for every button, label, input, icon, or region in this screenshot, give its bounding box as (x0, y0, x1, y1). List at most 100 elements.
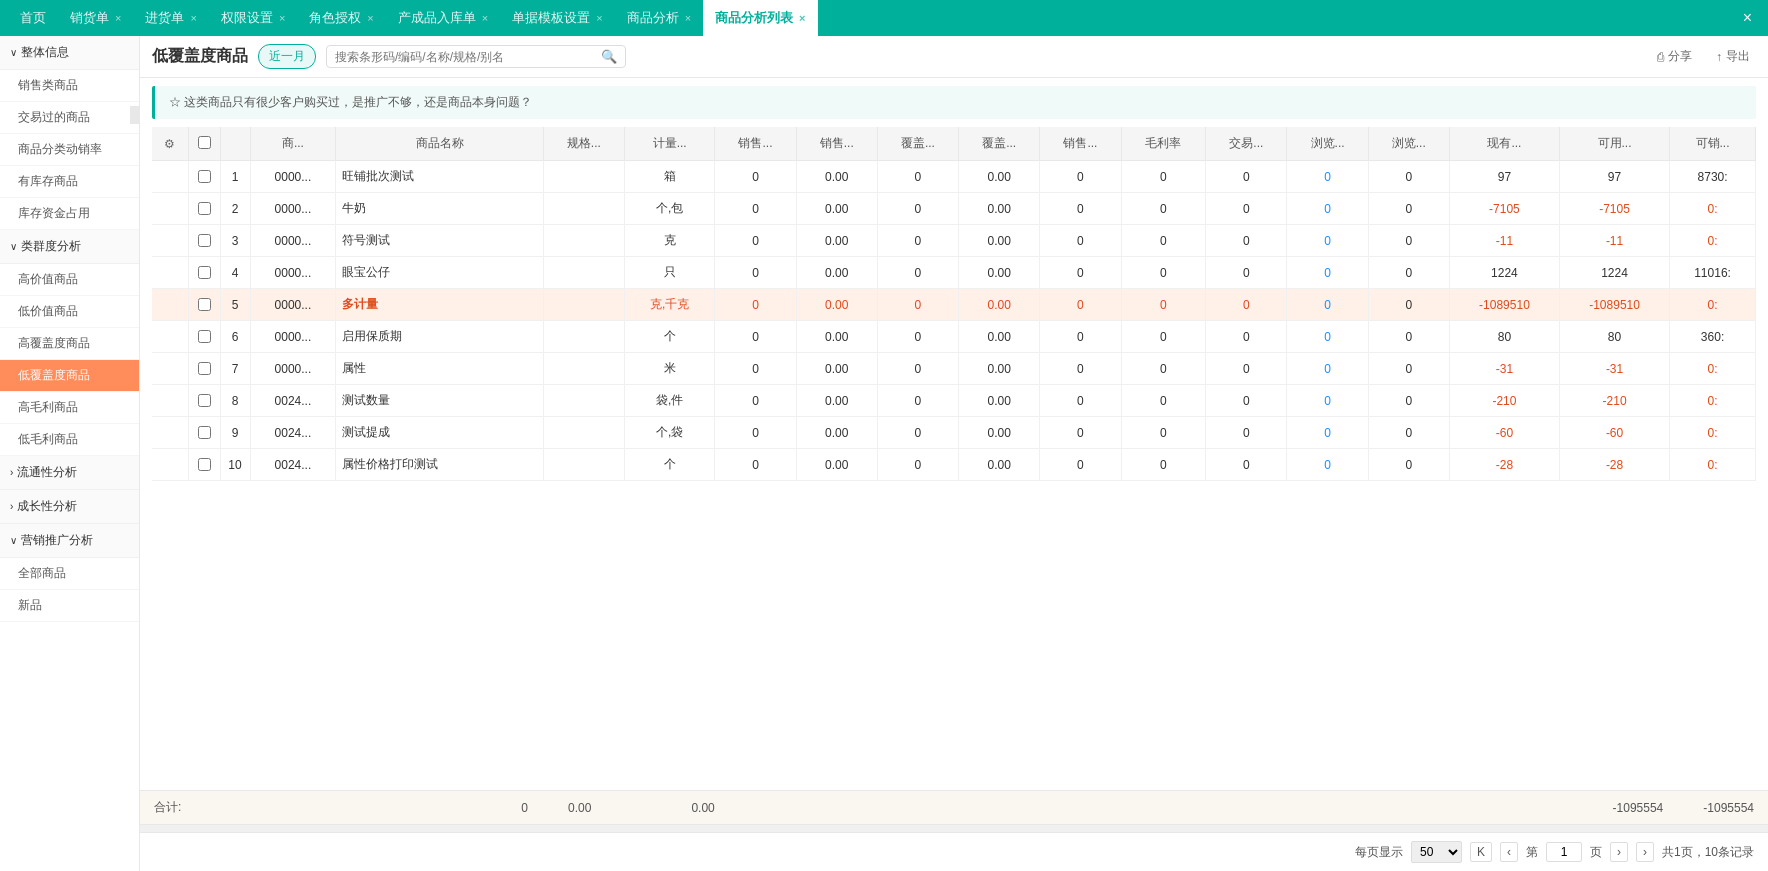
nav-tab-sales[interactable]: 销货单 × (58, 0, 133, 36)
row-unit: 克 (624, 225, 714, 257)
row-spec (543, 193, 624, 225)
nav-tab-goods-analysis[interactable]: 商品分析 × (615, 0, 703, 36)
table-container[interactable]: ⚙ 商... 商品名称 规格... 计量... 销售... 销售... 覆盖..… (140, 127, 1768, 790)
sidebar-section-marketing[interactable]: ∨ 营销推广分析 (0, 524, 139, 558)
no-column-header (220, 127, 250, 161)
row-settings (152, 289, 188, 321)
export-button[interactable]: ↑ 导出 (1710, 45, 1756, 68)
pagination-bar: 每页显示 50 100 200 K ‹ 第 页 › › 共1页，10条记录 (140, 832, 1768, 871)
available-column-header: 可用... (1560, 127, 1670, 161)
row-checkbox[interactable] (188, 193, 220, 225)
search-input[interactable] (335, 50, 597, 64)
nav-tab-role[interactable]: 角色授权 × (297, 0, 385, 36)
row-sellable: 360: (1670, 321, 1756, 353)
row-checkbox[interactable] (188, 321, 220, 353)
row-gross-rate: 0 (1121, 161, 1206, 193)
horizontal-scrollbar[interactable] (140, 824, 1768, 832)
content-header: 低覆盖度商品 近一月 🔍 ⎙ 分享 ↑ 导出 (140, 36, 1768, 78)
row-browse1[interactable]: 0 (1287, 257, 1368, 289)
sidebar-section-liquidity[interactable]: › 流通性分析 (0, 456, 139, 490)
column-settings-icon[interactable]: ⚙ (164, 137, 175, 151)
sidebar-item-in-stock[interactable]: 有库存商品 (0, 166, 139, 198)
sidebar-item-low-coverage[interactable]: 低覆盖度商品 (0, 360, 139, 392)
total-records-label: 共1页，10条记录 (1662, 844, 1754, 861)
nav-tab-goods-analysis-list[interactable]: 商品分析列表 × (703, 0, 817, 36)
row-checkbox[interactable] (188, 449, 220, 481)
nav-tab-product-entry[interactable]: 产成品入库单 × (386, 0, 500, 36)
row-browse1[interactable]: 0 (1287, 289, 1368, 321)
sidebar-item-category-rate[interactable]: 商品分类动销率 (0, 134, 139, 166)
close-tab-goods-analysis-list[interactable]: × (799, 12, 805, 24)
row-sales3: 0 (1040, 161, 1121, 193)
row-checkbox[interactable] (188, 417, 220, 449)
sidebar-item-capital[interactable]: 库存资金占用 (0, 198, 139, 230)
row-settings (152, 161, 188, 193)
row-sales3: 0 (1040, 289, 1121, 321)
row-checkbox[interactable] (188, 385, 220, 417)
table-body: 1 0000... 旺铺批次测试 箱 0 0.00 0 0.00 0 0 0 0… (152, 161, 1756, 481)
content-area: 低覆盖度商品 近一月 🔍 ⎙ 分享 ↑ 导出 ☆ 这类商品只有很少客户购买过，是… (140, 36, 1768, 871)
row-sellable: 0: (1670, 385, 1756, 417)
row-browse1[interactable]: 0 (1287, 385, 1368, 417)
close-tab-permission[interactable]: × (279, 12, 285, 24)
page-size-select[interactable]: 50 100 200 (1411, 841, 1462, 863)
nav-tab-purchase[interactable]: 进货单 × (133, 0, 208, 36)
sidebar-item-high-value[interactable]: 高价值商品 (0, 264, 139, 296)
sidebar-item-high-coverage[interactable]: 高覆盖度商品 (0, 328, 139, 360)
row-checkbox[interactable] (188, 257, 220, 289)
sidebar-section-growth[interactable]: › 成长性分析 (0, 490, 139, 524)
close-tab-template[interactable]: × (596, 12, 602, 24)
row-cover1: 0 (877, 225, 958, 257)
close-tab-purchase[interactable]: × (190, 12, 196, 24)
nav-tab-home[interactable]: 首页 (8, 0, 58, 36)
next-page-button[interactable]: › (1610, 842, 1628, 862)
first-page-button[interactable]: K (1470, 842, 1492, 862)
row-checkbox[interactable] (188, 225, 220, 257)
row-available: -1089510 (1560, 289, 1670, 321)
sidebar-item-low-margin[interactable]: 低毛利商品 (0, 424, 139, 456)
sidebar-item-sales-goods[interactable]: 销售类商品 (0, 70, 139, 102)
row-trade: 0 (1206, 353, 1287, 385)
row-browse2: 0 (1368, 449, 1449, 481)
settings-column-header[interactable]: ⚙ (152, 127, 188, 161)
row-current: -31 (1449, 353, 1559, 385)
row-browse1[interactable]: 0 (1287, 161, 1368, 193)
last-page-button[interactable]: › (1636, 842, 1654, 862)
sidebar-item-low-value[interactable]: 低价值商品 (0, 296, 139, 328)
row-checkbox[interactable] (188, 353, 220, 385)
close-tab-product-entry[interactable]: × (482, 12, 488, 24)
page-number-input[interactable] (1546, 842, 1582, 862)
sidebar-section-cluster[interactable]: ∨ 类群度分析 (0, 230, 139, 264)
row-browse1[interactable]: 0 (1287, 193, 1368, 225)
close-tab-sales[interactable]: × (115, 12, 121, 24)
nav-tab-permission[interactable]: 权限设置 × (209, 0, 297, 36)
sidebar-item-high-margin[interactable]: 高毛利商品 (0, 392, 139, 424)
row-cover2: 0.00 (959, 161, 1040, 193)
sidebar-item-new-goods[interactable]: 新品 (0, 590, 139, 622)
row-checkbox[interactable] (188, 289, 220, 321)
row-browse1[interactable]: 0 (1287, 225, 1368, 257)
section-arrow-growth: › (10, 501, 13, 512)
row-settings (152, 449, 188, 481)
filter-recent-month-button[interactable]: 近一月 (258, 44, 316, 69)
select-all-checkbox[interactable] (198, 136, 211, 149)
nav-tab-template[interactable]: 单据模板设置 × (500, 0, 614, 36)
table-footer: 合计: 0 0.00 0.00 -1095554 -1095554 (140, 790, 1768, 824)
row-browse1[interactable]: 0 (1287, 353, 1368, 385)
sidebar-item-all-goods[interactable]: 全部商品 (0, 558, 139, 590)
sidebar-item-traded-goods[interactable]: 交易过的商品 (0, 102, 139, 134)
row-browse1[interactable]: 0 (1287, 449, 1368, 481)
close-tab-role[interactable]: × (367, 12, 373, 24)
sidebar-section-overview[interactable]: ∨ 整体信息 (0, 36, 139, 70)
row-browse1[interactable]: 0 (1287, 417, 1368, 449)
close-tab-goods-analysis[interactable]: × (685, 12, 691, 24)
row-checkbox[interactable] (188, 161, 220, 193)
checkbox-column-header[interactable] (188, 127, 220, 161)
table-row: 4 0000... 眼宝公仔 只 0 0.00 0 0.00 0 0 0 0 0… (152, 257, 1756, 289)
row-current: -28 (1449, 449, 1559, 481)
window-close-button[interactable]: × (1735, 5, 1760, 31)
sidebar-collapse-button[interactable]: 《 (130, 106, 140, 124)
prev-page-button[interactable]: ‹ (1500, 842, 1518, 862)
row-browse1[interactable]: 0 (1287, 321, 1368, 353)
share-button[interactable]: ⎙ 分享 (1651, 45, 1698, 68)
